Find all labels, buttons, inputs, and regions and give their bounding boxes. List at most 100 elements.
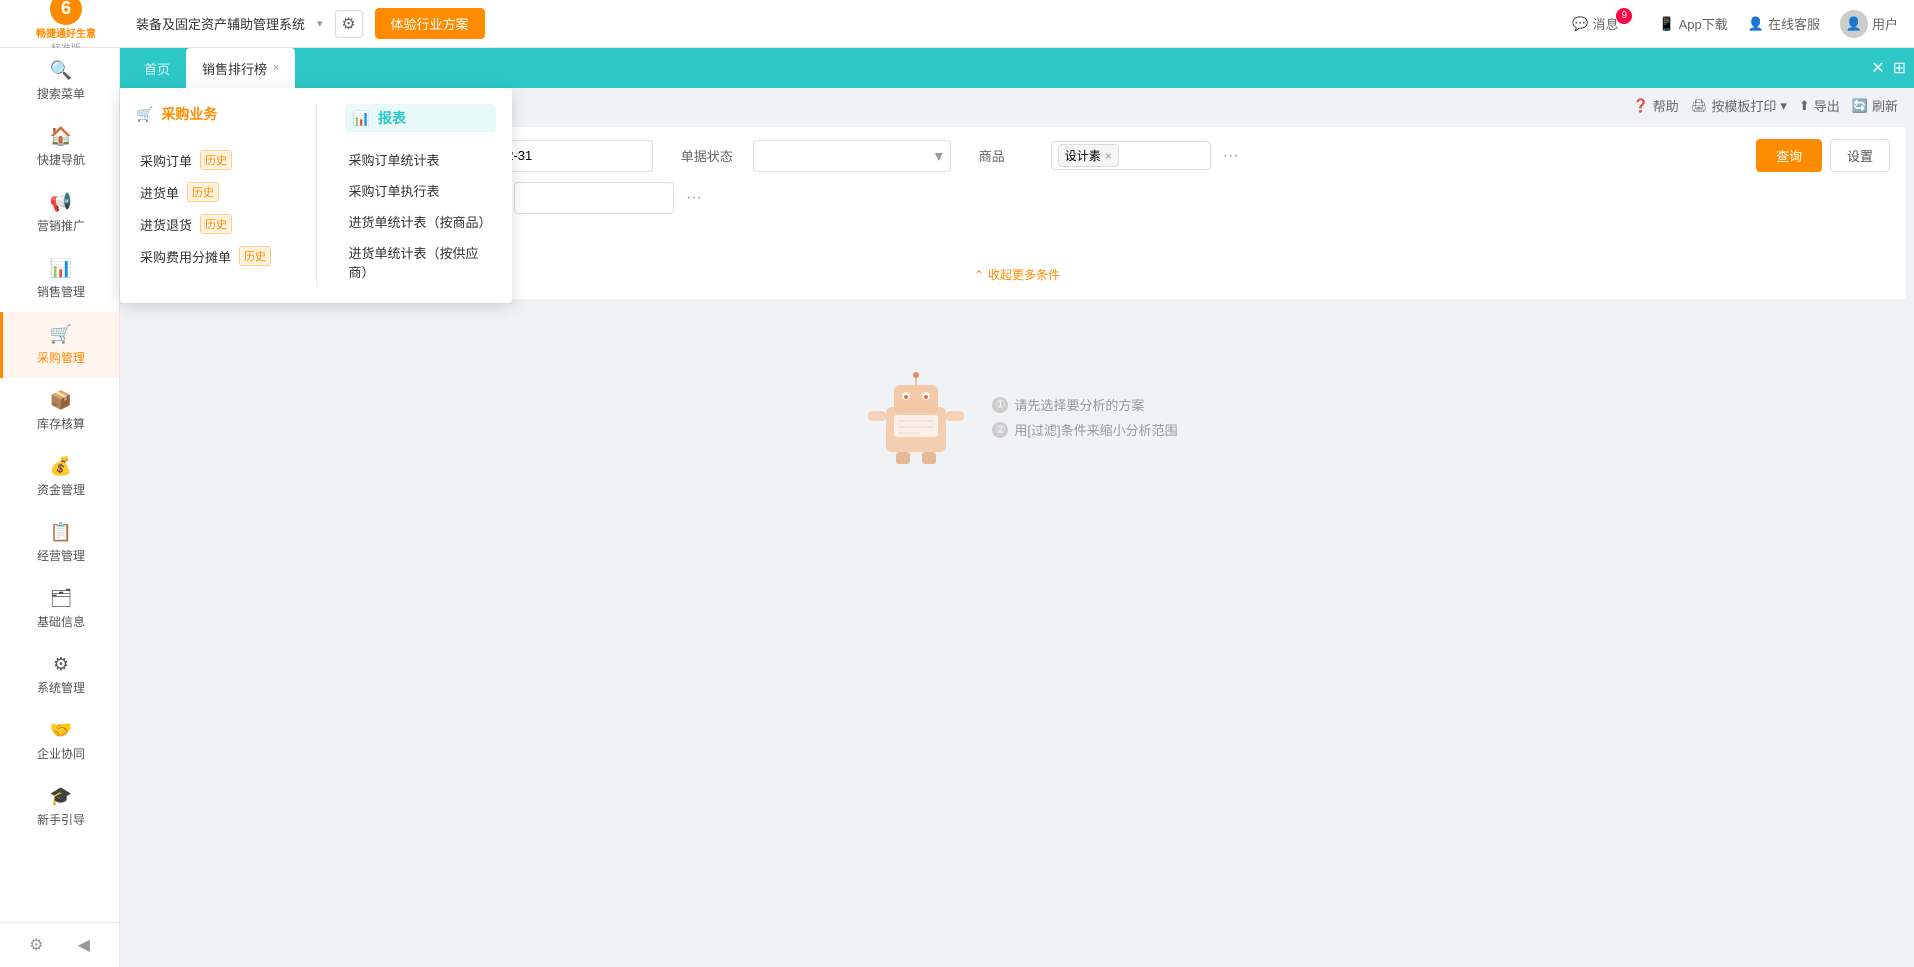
report-section-title: 📊 报表 [345,104,497,132]
logo-area: 6 畅捷通好生意 标准版 [16,0,116,55]
goods-more-btn[interactable]: ··· [1223,147,1239,165]
help-action[interactable]: ❓ 帮助 [1633,96,1679,115]
menu-item-incoming-history: 历史 [187,182,219,202]
tab-sales-rank[interactable]: 销售排行榜 × [186,48,295,88]
menu-item-return-history: 历史 [200,214,232,234]
menu-item-incoming[interactable]: 进货单 历史 [136,176,288,208]
query-actions: 查询 设置 [1756,139,1890,172]
salesperson-input-wrapper[interactable] [514,182,674,214]
sidebar-item-search[interactable]: 🔍 搜索菜单 [0,48,119,114]
sidebar-collapse-icon[interactable]: ◀ [78,935,90,955]
purchase-dropdown-menu: 🛒 采购业务 采购订单 历史 进货单 历史 进货退货 历史 采购费用分摊单 历史… [120,88,512,303]
doc-status-dropdown-icon[interactable]: ▾ [935,146,943,166]
sidebar-label-sales: 销售管理 [37,283,85,300]
logo-title: 畅捷通好生意 [36,25,96,40]
user-action[interactable]: 👤 用户 [1840,10,1898,38]
sidebar-item-finance[interactable]: 💰 资金管理 [0,444,119,510]
sidebar-label-quick-nav: 快捷导航 [37,151,85,168]
menu-item-purchase-order-label: 采购订单 [140,151,192,170]
sidebar-item-purchase[interactable]: 🛒 采购管理 [0,312,119,378]
tab-close-icon[interactable]: × [273,62,279,74]
chevron-up-icon: ⌃ [974,268,984,282]
purchase-menu-section: 🛒 采购业务 采购订单 历史 进货单 历史 进货退货 历史 采购费用分摊单 历史 [136,104,288,287]
sidebar-label-inventory: 库存核算 [37,415,85,432]
finance-icon: 💰 [50,456,72,477]
tab-expand-icon[interactable]: ⊞ [1893,58,1906,78]
report-menu-section: 📊 报表 采购订单统计表 采购订单执行表 进货单统计表（按商品） 进货单统计表（… [345,104,497,287]
print-action[interactable]: 🖨 按模板打印 ▾ [1691,96,1787,115]
search-icon: 🔍 [50,60,72,81]
menu-item-incoming-by-supplier[interactable]: 进货单统计表（按供应商） [345,237,497,287]
hint-1: ① 请先选择要分析的方案 [992,395,1144,414]
sidebar-item-guide[interactable]: 🎓 新手引导 [0,774,119,840]
sidebar-label-basic: 基础信息 [37,613,85,630]
menu-item-incoming-by-goods[interactable]: 进货单统计表（按商品） [345,206,497,237]
salesperson-more-btn[interactable]: ··· [686,189,702,207]
sidebar-item-system[interactable]: ⚙ 系统管理 [0,642,119,708]
service-icon: 👤 [1748,16,1764,32]
sidebar-item-quick-nav[interactable]: 🏠 快捷导航 [0,114,119,180]
empty-state: ① 请先选择要分析的方案 ② 用[过滤]条件来缩小分析范围 [120,307,1914,527]
tab-home-label: 首页 [144,59,170,78]
print-dropdown-arrow[interactable]: ▾ [1780,98,1787,114]
app-download-action[interactable]: 📱 App下载 [1658,14,1727,33]
system-title: 装备及固定资产辅助管理系统 [136,14,305,33]
settings-icon[interactable]: ⚙ [335,10,363,38]
purchase-icon: 🛒 [50,324,72,345]
sidebar-label-purchase: 采购管理 [37,349,85,366]
menu-item-purchase-order-stat-label: 采购订单统计表 [349,150,440,169]
message-badge: 9 [1616,8,1632,24]
phone-icon: 📱 [1658,16,1674,32]
menu-item-return[interactable]: 进货退货 历史 [136,208,288,240]
report-section-icon: 📊 [353,110,370,127]
sidebar-settings-icon[interactable]: ⚙ [29,935,43,955]
menu-item-purchase-order-exec-label: 采购订单执行表 [349,181,440,200]
hint-1-text: 请先选择要分析的方案 [1014,395,1144,414]
sidebar-item-sales[interactable]: 📊 销售管理 [0,246,119,312]
message-action[interactable]: 💬 消息 9 [1572,14,1638,33]
message-icon: 💬 [1572,16,1588,32]
print-icon: 🖨 [1691,98,1708,114]
hint-2-text: 用[过滤]条件来缩小分析范围 [1014,420,1177,439]
refresh-action[interactable]: 🔄 刷新 [1852,96,1898,115]
online-service-action[interactable]: 👤 在线客服 [1748,14,1820,33]
settings-filter-btn[interactable]: 设置 [1830,139,1890,172]
menu-item-fee-share[interactable]: 采购费用分摊单 历史 [136,240,288,272]
logo-icon: 6 [50,0,82,25]
menu-item-incoming-by-supplier-label: 进货单统计表（按供应商） [349,243,493,281]
sidebar-item-operation[interactable]: 📋 经营管理 [0,510,119,576]
sidebar-item-enterprise[interactable]: 🤝 企业协同 [0,708,119,774]
enterprise-icon: 🤝 [50,720,72,741]
menu-item-purchase-order-exec[interactable]: 采购订单执行表 [345,175,497,206]
menu-item-purchase-order[interactable]: 采购订单 历史 [136,144,288,176]
purchase-section-icon: 🛒 [136,106,153,123]
tab-close-window-icon[interactable]: ✕ [1871,58,1884,78]
doc-status-input[interactable] [753,140,951,172]
tab-home[interactable]: 首页 [128,48,186,88]
industry-btn[interactable]: 体验行业方案 [375,8,485,39]
sales-icon: 📊 [50,258,72,279]
inventory-icon: 📦 [50,390,72,411]
menu-item-purchase-order-stat[interactable]: 采购订单统计表 [345,144,497,175]
collapse-label: 收起更多条件 [988,266,1060,283]
menu-item-incoming-label: 进货单 [140,183,179,202]
tab-bar: 首页 销售排行榜 × ✕ ⊞ [120,48,1914,88]
query-btn[interactable]: 查询 [1756,139,1822,172]
goods-tag: 设计素 × [1058,144,1119,167]
system-title-arrow[interactable]: ▾ [317,17,323,30]
menu-item-fee-share-label: 采购费用分摊单 [140,247,231,266]
sidebar-item-inventory[interactable]: 📦 库存核算 [0,378,119,444]
step-2-icon: ② [992,422,1008,438]
sidebar-item-marketing[interactable]: 📢 营销推广 [0,180,119,246]
avatar: 👤 [1840,10,1868,38]
header-actions: 💬 消息 9 📱 App下载 👤 在线客服 👤 用户 [1572,10,1898,38]
export-action[interactable]: ⬆ 导出 [1799,96,1840,115]
sidebar-label-system: 系统管理 [37,679,85,696]
goods-tag-close[interactable]: × [1105,149,1112,163]
goods-input-wrapper[interactable]: 设计素 × [1051,141,1211,170]
app-download-label: App下载 [1679,14,1728,33]
export-label: 导出 [1814,96,1840,115]
doc-status-label: 单据状态 [681,146,741,165]
sidebar-item-basic[interactable]: 🗂 基础信息 [0,576,119,642]
help-icon: ❓ [1633,98,1649,114]
